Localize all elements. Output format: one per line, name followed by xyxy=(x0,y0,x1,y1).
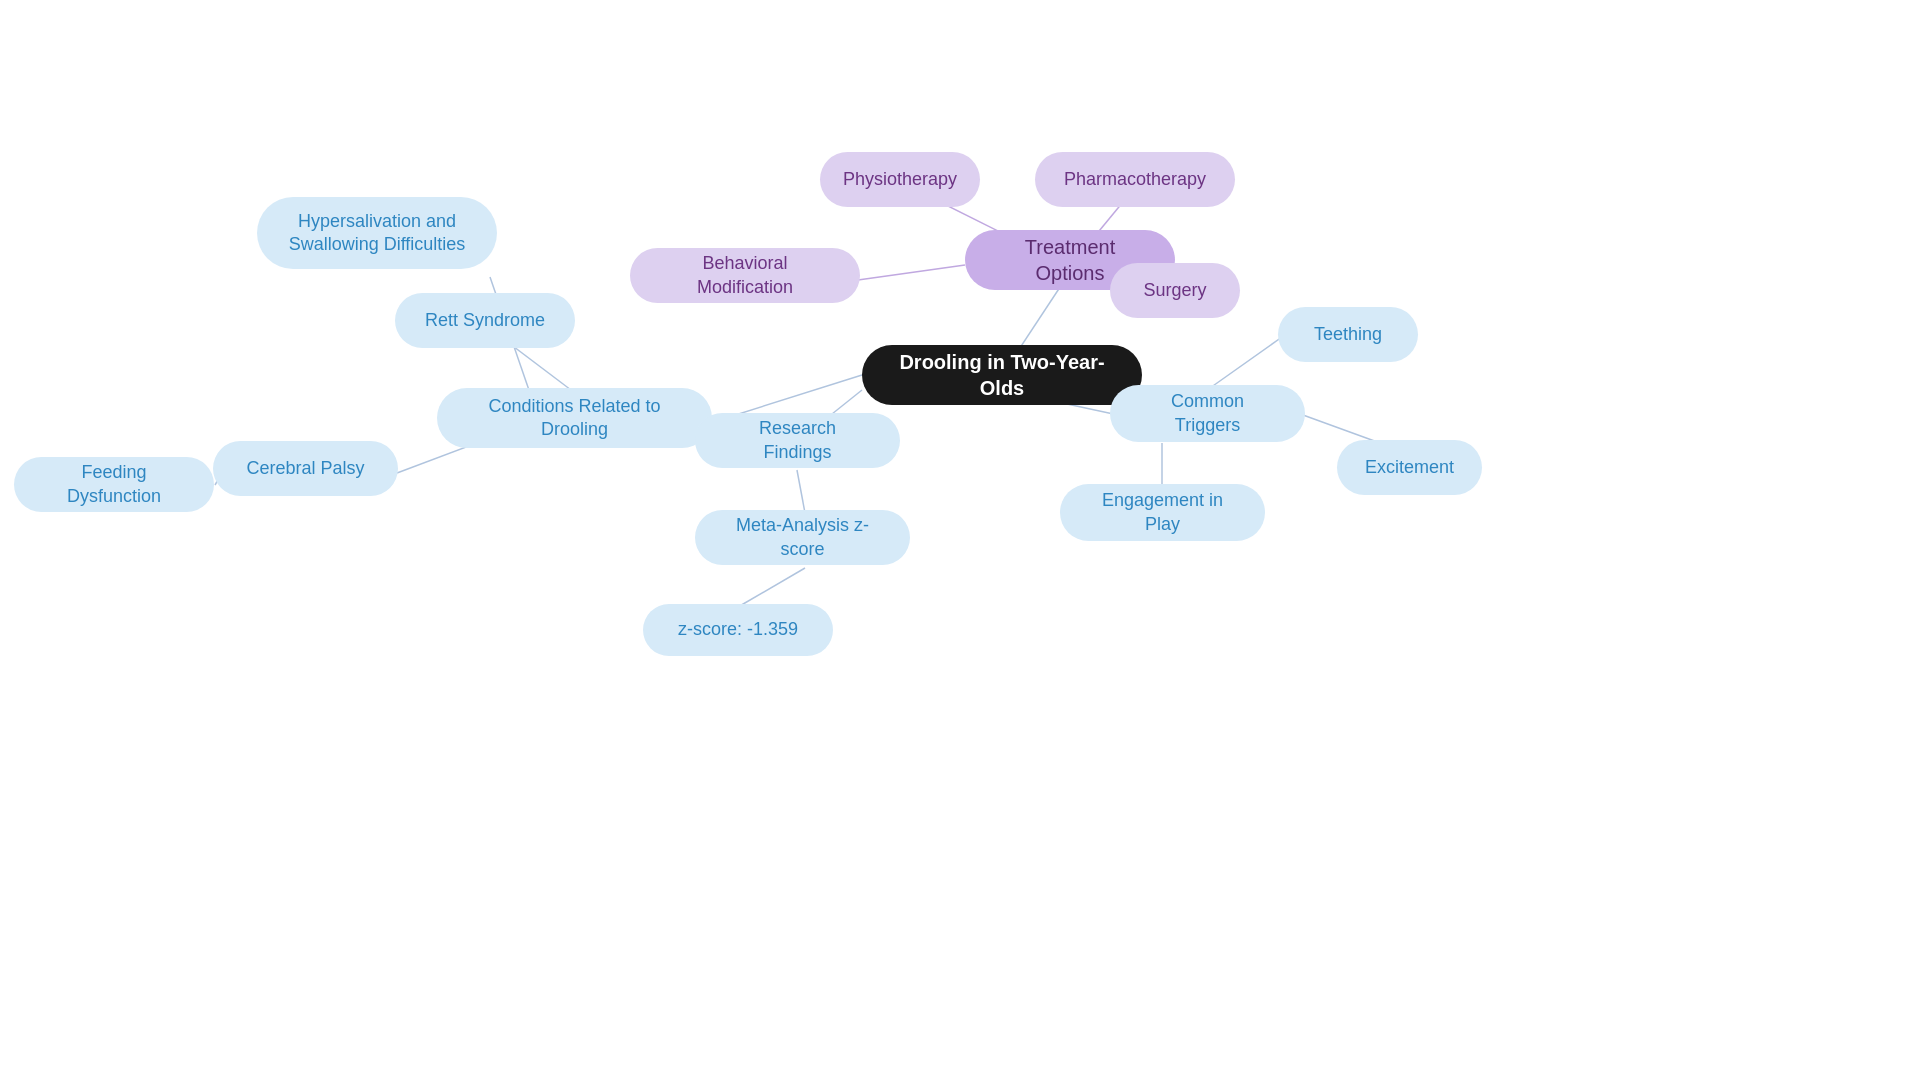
teething-node[interactable]: Teething xyxy=(1278,307,1418,362)
engagement-in-play-node[interactable]: Engagement in Play xyxy=(1060,484,1265,541)
svg-line-13 xyxy=(738,568,805,607)
svg-line-16 xyxy=(1303,415,1380,443)
behavioral-modification-node[interactable]: Behavioral Modification xyxy=(630,248,860,303)
hypersalivation-node[interactable]: Hypersalivation and Swallowing Difficult… xyxy=(257,197,497,269)
conditions-related-node[interactable]: Conditions Related to Drooling xyxy=(437,388,712,448)
center-node[interactable]: Drooling in Two-Year-Olds xyxy=(862,345,1142,405)
common-triggers-node[interactable]: Common Triggers xyxy=(1110,385,1305,442)
meta-analysis-node[interactable]: Meta-Analysis z-score xyxy=(695,510,910,565)
excitement-node[interactable]: Excitement xyxy=(1337,440,1482,495)
rett-syndrome-node[interactable]: Rett Syndrome xyxy=(395,293,575,348)
feeding-dysfunction-node[interactable]: Feeding Dysfunction xyxy=(14,457,214,512)
physiotherapy-node[interactable]: Physiotherapy xyxy=(820,152,980,207)
surgery-node[interactable]: Surgery xyxy=(1110,263,1240,318)
zscore-node[interactable]: z-score: -1.359 xyxy=(643,604,833,656)
cerebral-palsy-node[interactable]: Cerebral Palsy xyxy=(213,441,398,496)
pharmacotherapy-node[interactable]: Pharmacotherapy xyxy=(1035,152,1235,207)
svg-line-3 xyxy=(858,265,965,280)
svg-line-15 xyxy=(1210,337,1282,388)
research-findings-node[interactable]: Research Findings xyxy=(695,413,900,468)
svg-line-12 xyxy=(797,470,805,513)
